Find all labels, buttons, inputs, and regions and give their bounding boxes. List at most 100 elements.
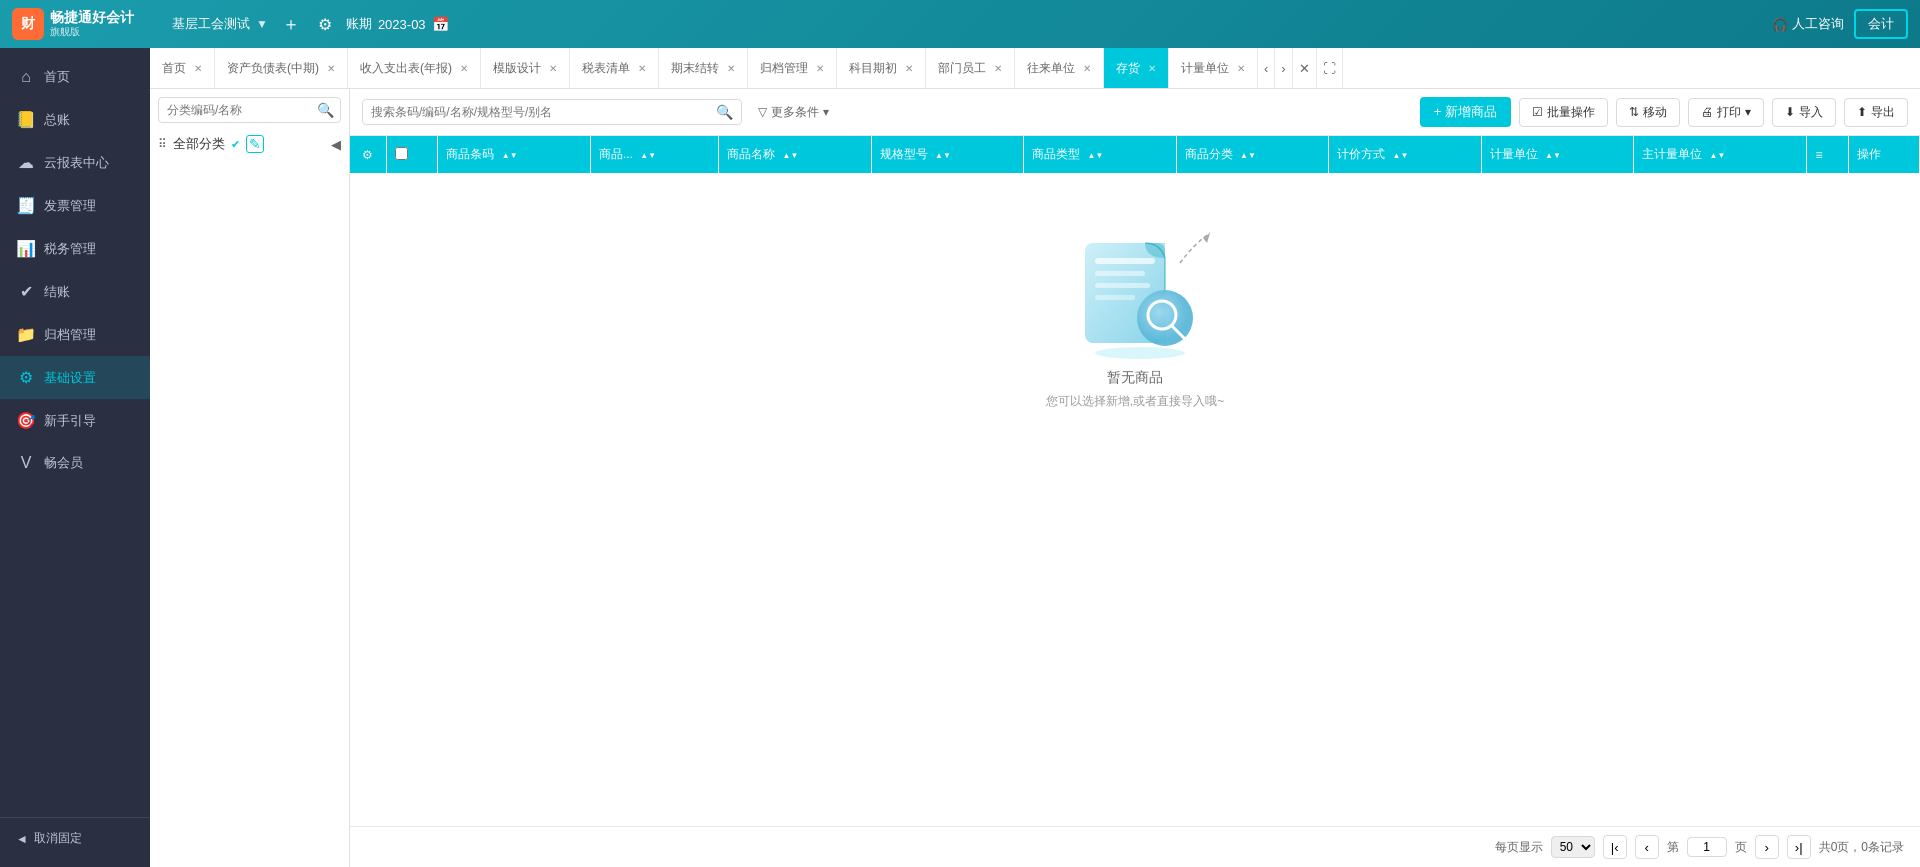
tab-inventory-close[interactable]: ✕: [1148, 63, 1156, 74]
th-code[interactable]: 商品... ▲▼: [590, 136, 718, 173]
page-next-button[interactable]: ›: [1755, 835, 1779, 859]
checkout-icon: ✔: [16, 282, 36, 301]
sidebar-item-reports[interactable]: ☁ 云报表中心: [0, 141, 150, 184]
page-last-button[interactable]: ›|: [1787, 835, 1811, 859]
th-price-label: 计价方式: [1337, 147, 1385, 161]
settings-button[interactable]: ⚙: [314, 15, 336, 34]
sidebar-item-guide[interactable]: 🎯 新手引导: [0, 399, 150, 442]
th-type[interactable]: 商品类型 ▲▼: [1024, 136, 1177, 173]
sidebar-item-tax[interactable]: 📊 税务管理: [0, 227, 150, 270]
th-more[interactable]: ≡: [1807, 136, 1849, 173]
page-size-label: 每页显示: [1495, 839, 1543, 856]
tab-balance-sheet[interactable]: 资产负债表(中期) ✕: [215, 48, 348, 88]
th-spec[interactable]: 规格型号 ▲▼: [871, 136, 1024, 173]
export-button[interactable]: ⬆ 导出: [1844, 98, 1908, 127]
print-button[interactable]: 🖨 打印 ▾: [1688, 98, 1764, 127]
tab-archive[interactable]: 归档管理 ✕: [748, 48, 837, 88]
sidebar-label-tax: 税务管理: [44, 240, 96, 258]
company-selector[interactable]: 基层工会测试 ▼: [172, 15, 268, 33]
sidebar-item-member[interactable]: V 畅会员: [0, 442, 150, 484]
tab-home[interactable]: 首页 ✕: [150, 48, 215, 88]
th-checkbox[interactable]: [386, 136, 438, 173]
tab-tax-table[interactable]: 税表清单 ✕: [570, 48, 659, 88]
category-search-icon[interactable]: 🔍: [317, 102, 334, 118]
th-barcode[interactable]: 商品条码 ▲▼: [438, 136, 591, 173]
tab-income[interactable]: 收入支出表(年报) ✕: [348, 48, 481, 88]
sidebar-label-member: 畅会员: [44, 454, 83, 472]
sidebar: ⌂ 首页 📒 总账 ☁ 云报表中心 🧾 发票管理 📊 税务管理 ✔ 结账 📁 归…: [0, 48, 150, 867]
tax-icon: 📊: [16, 239, 36, 258]
tab-dept[interactable]: 部门员工 ✕: [926, 48, 1015, 88]
logo-area: 财 畅捷通好会计 旗舰版: [12, 8, 162, 40]
empty-illustration: [1065, 213, 1205, 353]
import-button[interactable]: ⬇ 导入: [1772, 98, 1836, 127]
header-right: 🎧 人工咨询 会计: [1772, 9, 1908, 39]
tab-period-close[interactable]: ✕: [727, 63, 735, 74]
tab-next-button[interactable]: ›: [1275, 48, 1292, 88]
th-settings[interactable]: ⚙: [350, 136, 386, 173]
tab-contacts[interactable]: 往来单位 ✕: [1015, 48, 1104, 88]
tab-prev-button[interactable]: ‹: [1258, 48, 1275, 88]
svg-rect-5: [1095, 295, 1135, 300]
tab-template[interactable]: 模版设计 ✕: [481, 48, 570, 88]
th-main-unit[interactable]: 主计量单位 ▲▼: [1634, 136, 1807, 173]
tab-template-close[interactable]: ✕: [549, 63, 557, 74]
add-tab-button[interactable]: ＋: [278, 12, 304, 36]
product-search-icon[interactable]: 🔍: [716, 104, 733, 120]
logo-text-area: 畅捷通好会计 旗舰版: [50, 9, 134, 40]
sidebar-item-checkout[interactable]: ✔ 结账: [0, 270, 150, 313]
page-number-input[interactable]: [1687, 837, 1727, 857]
add-product-button[interactable]: + 新增商品: [1420, 97, 1511, 127]
sidebar-item-settings[interactable]: ⚙ 基础设置: [0, 356, 150, 399]
sidebar-item-ledger[interactable]: 📒 总账: [0, 98, 150, 141]
page-size-select[interactable]: 50: [1551, 836, 1595, 858]
tab-units[interactable]: 计量单位 ✕: [1169, 48, 1258, 88]
select-all-checkbox[interactable]: [395, 147, 408, 160]
tab-period-carry[interactable]: 期末结转 ✕: [659, 48, 748, 88]
import-label: 导入: [1799, 104, 1823, 121]
page-first-button[interactable]: |‹: [1603, 835, 1627, 859]
tab-dept-close[interactable]: ✕: [994, 63, 1002, 74]
page-prev-button[interactable]: ‹: [1635, 835, 1659, 859]
th-price-method[interactable]: 计价方式 ▲▼: [1329, 136, 1482, 173]
product-search-input[interactable]: [371, 105, 716, 119]
tab-subject-close[interactable]: ✕: [905, 63, 913, 74]
tab-units-label: 计量单位: [1181, 60, 1229, 77]
th-category[interactable]: 商品分类 ▲▼: [1176, 136, 1329, 173]
right-panel: 🔍 ▽ 更多条件 ▾ + 新增商品 ☑ 批量操作 ⇅: [350, 89, 1920, 867]
filter-button[interactable]: ▽ 更多条件 ▾: [750, 100, 837, 125]
tab-home-close[interactable]: ✕: [194, 63, 202, 74]
period-label: 账期: [346, 15, 372, 33]
sidebar-item-archive[interactable]: 📁 归档管理: [0, 313, 150, 356]
tab-tax-close[interactable]: ✕: [638, 63, 646, 74]
tab-subject[interactable]: 科目期初 ✕: [837, 48, 926, 88]
sidebar-item-invoice[interactable]: 🧾 发票管理: [0, 184, 150, 227]
import-icon: ⬇: [1785, 105, 1795, 119]
unpin-button[interactable]: ◄ 取消固定: [0, 817, 150, 859]
th-name[interactable]: 商品名称 ▲▼: [719, 136, 872, 173]
sidebar-item-home[interactable]: ⌂ 首页: [0, 56, 150, 98]
th-unit[interactable]: 计量单位 ▲▼: [1481, 136, 1634, 173]
tab-inventory[interactable]: 存货 ✕: [1104, 48, 1169, 88]
category-search-box[interactable]: 🔍: [158, 97, 341, 123]
category-edit-button[interactable]: ✎: [246, 135, 264, 153]
calendar-icon[interactable]: 📅: [432, 16, 449, 32]
toolbar-right: + 新增商品 ☑ 批量操作 ⇅ 移动 🖨 打印 ▾: [1420, 97, 1908, 127]
tab-income-close[interactable]: ✕: [460, 63, 468, 74]
category-header[interactable]: ⠿ 全部分类 ✔ ✎ ◀: [158, 131, 341, 157]
tab-archive-close[interactable]: ✕: [816, 63, 824, 74]
category-search-input[interactable]: [167, 103, 317, 117]
batch-button[interactable]: ☑ 批量操作: [1519, 98, 1608, 127]
tab-expand-button[interactable]: ⛶: [1317, 48, 1343, 88]
tab-balance-close[interactable]: ✕: [327, 63, 335, 74]
tab-close-all-button[interactable]: ✕: [1293, 48, 1317, 88]
service-button[interactable]: 🎧 人工咨询: [1772, 15, 1844, 33]
account-button[interactable]: 会计: [1854, 9, 1908, 39]
total-records-label: 共0页，0条记录: [1819, 839, 1904, 856]
tab-units-close[interactable]: ✕: [1237, 63, 1245, 74]
page-label-after: 页: [1735, 839, 1747, 856]
category-collapse-button[interactable]: ◀: [331, 137, 341, 152]
move-button[interactable]: ⇅ 移动: [1616, 98, 1680, 127]
tab-contacts-close[interactable]: ✕: [1083, 63, 1091, 74]
product-search-box[interactable]: 🔍: [362, 99, 742, 125]
